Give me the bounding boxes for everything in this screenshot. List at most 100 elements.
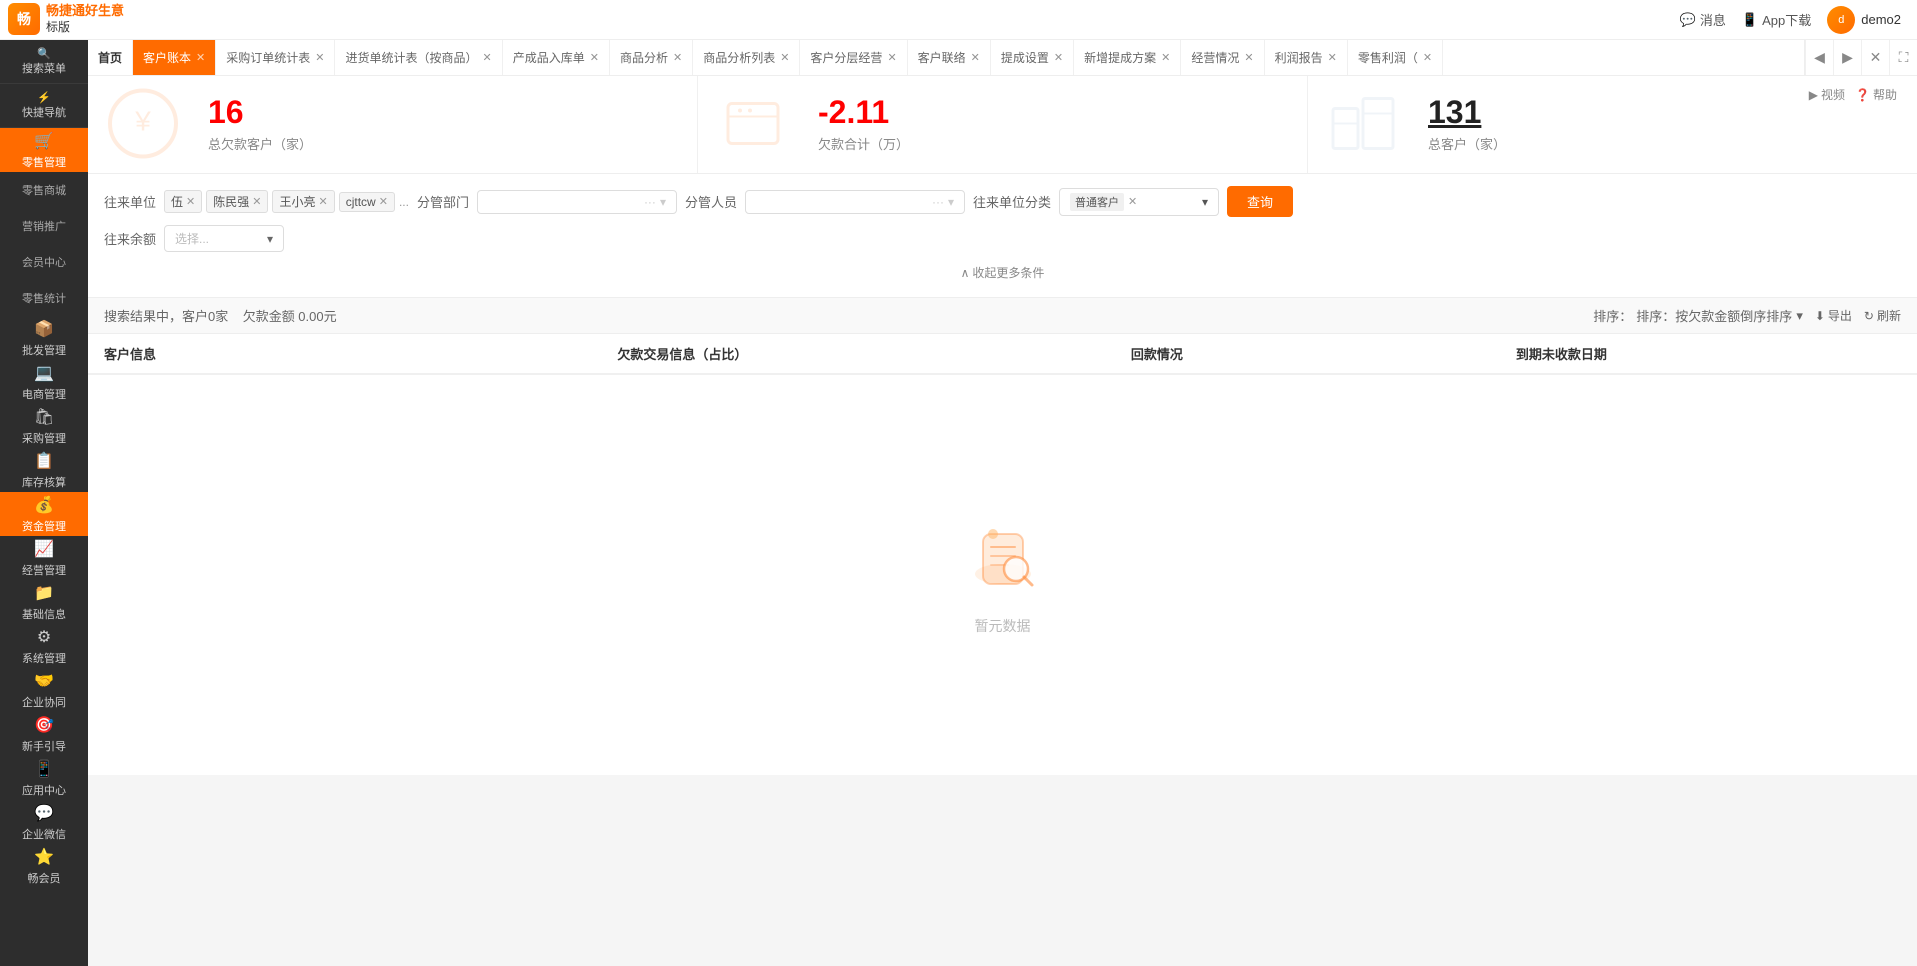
tab-stock-stats-close[interactable]: ✕	[483, 51, 492, 64]
tab-account-close[interactable]: ✕	[196, 51, 205, 64]
tab-production-in-close[interactable]: ✕	[590, 51, 599, 64]
remove-tag-1[interactable]: ✕	[186, 195, 195, 208]
app-download-btn[interactable]: 📱 App下载	[1742, 10, 1811, 29]
sidebar-item-retail-mall[interactable]: 零售商城	[0, 172, 88, 208]
filter-tags: 伍 ✕ 陈民强 ✕ 王小亮 ✕ cjttcw ✕ ...	[164, 190, 409, 213]
tab-purchase-stats-close[interactable]: ✕	[315, 51, 324, 64]
tab-home[interactable]: 首页	[88, 40, 133, 76]
app-center-icon: 📱	[34, 759, 54, 779]
video-btn[interactable]: ▶ 视频	[1809, 86, 1845, 103]
col-due-date: 到期未收款日期	[1516, 344, 1901, 363]
tab-retail-profit[interactable]: 零售利润（ ✕	[1348, 40, 1443, 76]
unit-class-remove[interactable]: ✕	[1128, 195, 1137, 208]
remove-tag-2[interactable]: ✕	[252, 195, 261, 208]
sidebar-search[interactable]: 🔍 搜索菜单	[0, 40, 88, 84]
person-chevron-down: ▾	[948, 195, 954, 209]
tab-profit-report[interactable]: 利润报告 ✕	[1265, 40, 1348, 76]
remove-tag-3[interactable]: ✕	[319, 195, 328, 208]
tab-customer-contact[interactable]: 客户联络 ✕	[908, 40, 991, 76]
sidebar-item-basic[interactable]: 📁 基础信息	[0, 580, 88, 624]
balance-selector[interactable]: 选择... ▾	[164, 225, 284, 252]
tab-new-promotion[interactable]: 新增提成方案 ✕	[1074, 40, 1181, 76]
video-help-area: ▶ 视频 ❓ 帮助	[1809, 86, 1897, 103]
stat-total-customers2-value[interactable]: 131	[1428, 96, 1506, 128]
tab-account[interactable]: 客户账本 ✕	[133, 40, 216, 76]
sidebar-item-purchase[interactable]: 🛍 采购管理	[0, 404, 88, 448]
tab-retail-profit-close[interactable]: ✕	[1423, 51, 1432, 64]
tab-profit-report-close[interactable]: ✕	[1328, 51, 1337, 64]
sidebar-item-system[interactable]: ⚙ 系统管理	[0, 624, 88, 668]
query-btn[interactable]: 查询	[1227, 186, 1293, 217]
tab-business-close[interactable]: ✕	[1244, 51, 1253, 64]
sidebar-item-finance[interactable]: 💰 资金管理	[0, 492, 88, 536]
tab-promotion-setting[interactable]: 提成设置 ✕	[991, 40, 1074, 76]
tab-new-promotion-close[interactable]: ✕	[1161, 51, 1170, 64]
tab-stock-stats[interactable]: 进货单统计表（按商品） ✕	[335, 40, 502, 76]
header-left: 畅 畅捷通好生意 标版	[8, 3, 124, 35]
tab-purchase-stats-label: 采购订单统计表	[226, 49, 310, 66]
filter-tag-1: 伍 ✕	[164, 190, 202, 213]
sidebar-item-retail-stats[interactable]: 零售统计	[0, 280, 88, 316]
collapse-btn[interactable]: ∧ 收起更多条件	[961, 264, 1045, 281]
sidebar-item-operation[interactable]: 📈 经营管理	[0, 536, 88, 580]
sidebar-item-wholesale-label: 批发管理	[22, 342, 66, 358]
export-btn[interactable]: ⬇ 导出	[1815, 307, 1852, 324]
sidebar-item-retail[interactable]: 🛒 零售管理	[0, 128, 88, 172]
messages-btn[interactable]: 💬 消息	[1680, 10, 1726, 29]
app-logo: 畅	[8, 3, 40, 35]
tab-customer-segment-close[interactable]: ✕	[887, 51, 896, 64]
main-content: ¥ 16 总欠款客户（家） -2.11 欠款合计（万）	[88, 76, 1917, 966]
sidebar-search-label: 搜索菜单	[22, 60, 66, 76]
tab-product-analysis-list[interactable]: 商品分析列表 ✕	[693, 40, 800, 76]
finance-icon: 💰	[34, 495, 54, 515]
sidebar-item-member[interactable]: ⭐ 畅会员	[0, 844, 88, 888]
tab-expand-btn[interactable]: ⛶	[1889, 40, 1917, 76]
tab-production-in[interactable]: 产成品入库单 ✕	[503, 40, 610, 76]
sidebar-item-inventory-label: 库存核算	[22, 474, 66, 490]
tab-next-btn[interactable]: ▶	[1833, 40, 1861, 76]
tab-purchase-stats[interactable]: 采购订单统计表 ✕	[216, 40, 335, 76]
retail-icon: 🛒	[34, 131, 54, 151]
remove-tag-4[interactable]: ✕	[379, 195, 388, 208]
sidebar-item-enterprise[interactable]: 🤝 企业协同	[0, 668, 88, 712]
sidebar-item-app-center[interactable]: 📱 应用中心	[0, 756, 88, 800]
sidebar-item-operation-label: 经营管理	[22, 562, 66, 578]
dept-dots: ···	[644, 195, 656, 209]
filter-more-btn[interactable]: ...	[399, 195, 409, 209]
tab-promotion-setting-close[interactable]: ✕	[1054, 51, 1063, 64]
tab-customer-segment-label: 客户分层经营	[810, 49, 882, 66]
filter-row-1: 往来单位 伍 ✕ 陈民强 ✕ 王小亮 ✕ cjttcw ✕ ...	[104, 186, 1901, 217]
basic-icon: 📁	[34, 583, 54, 603]
filter-area: 往来单位 伍 ✕ 陈民强 ✕ 王小亮 ✕ cjttcw ✕ ...	[88, 174, 1917, 298]
sort-selector[interactable]: 排序： 排序：按欠款金额倒序排序 ▾	[1593, 306, 1803, 325]
tab-prev-btn[interactable]: ◀	[1805, 40, 1833, 76]
sidebar-item-inventory[interactable]: 📋 库存核算	[0, 448, 88, 492]
help-btn[interactable]: ❓ 帮助	[1855, 86, 1897, 103]
system-icon: ⚙	[37, 627, 51, 647]
person-selector[interactable]: ··· ▾	[745, 190, 965, 214]
tab-product-analysis[interactable]: 商品分析 ✕	[610, 40, 693, 76]
avatar: d	[1827, 6, 1855, 34]
tab-customer-segment[interactable]: 客户分层经营 ✕	[800, 40, 907, 76]
person-dots: ···	[932, 195, 944, 209]
user-area[interactable]: d demo2	[1827, 6, 1901, 34]
sidebar-item-ecommerce[interactable]: 💻 电商管理	[0, 360, 88, 404]
unit-class-selector[interactable]: 普通客户 ✕ ▾	[1059, 188, 1219, 216]
sidebar-item-wholesale[interactable]: 📦 批发管理	[0, 316, 88, 360]
tab-business[interactable]: 经营情况 ✕	[1181, 40, 1264, 76]
sidebar-item-wechat[interactable]: 💬 企业微信	[0, 800, 88, 844]
tab-customer-contact-close[interactable]: ✕	[971, 51, 980, 64]
sidebar-item-system-label: 系统管理	[22, 650, 66, 666]
tab-product-analysis-close[interactable]: ✕	[673, 51, 682, 64]
sidebar-item-membership[interactable]: 会员中心	[0, 244, 88, 280]
tab-close-all-btn[interactable]: ✕	[1861, 40, 1889, 76]
sidebar-item-marketing[interactable]: 营销推广	[0, 208, 88, 244]
sidebar-item-guide[interactable]: 🎯 新手引导	[0, 712, 88, 756]
sidebar-quick-nav[interactable]: ⚡ 快捷导航	[0, 84, 88, 128]
col-customer-info: 客户信息	[104, 344, 617, 363]
refresh-btn[interactable]: ↻ 刷新	[1864, 307, 1901, 324]
dept-selector[interactable]: ··· ▾	[477, 190, 677, 214]
unit-label: 往来单位	[104, 192, 156, 211]
sidebar-item-finance-label: 资金管理	[22, 518, 66, 534]
tab-product-analysis-list-close[interactable]: ✕	[780, 51, 789, 64]
